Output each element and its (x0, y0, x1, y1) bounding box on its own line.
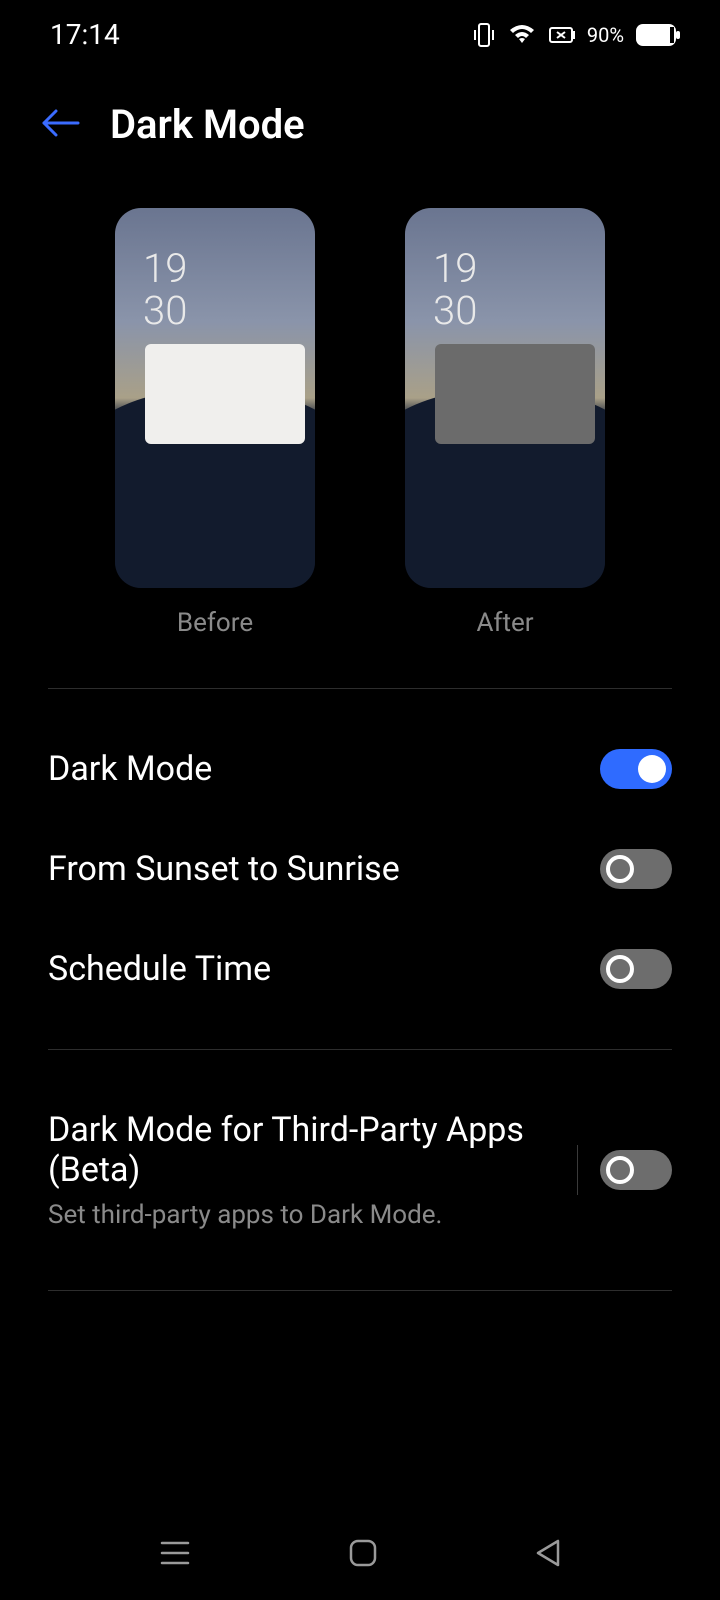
setting-third-party: Dark Mode for Third-Party Apps (Beta) Se… (0, 1080, 720, 1260)
setting-third-party-sub: Set third-party apps to Dark Mode. (48, 1200, 555, 1230)
setting-sunset: From Sunset to Sunrise (0, 819, 720, 919)
status-bar: 17:14 90% (0, 0, 720, 61)
setting-sunset-label: From Sunset to Sunrise (48, 849, 600, 889)
preview-clock-minute: 30 (433, 290, 477, 332)
header: Dark Mode (0, 61, 720, 178)
dark-mode-toggle[interactable] (600, 749, 672, 789)
preview-after-label: After (476, 608, 533, 638)
vibrate-icon (473, 22, 495, 48)
status-icons: 90% (473, 22, 680, 48)
setting-schedule: Schedule Time (0, 919, 720, 1019)
setting-dark-mode: Dark Mode (0, 719, 720, 819)
setting-dark-mode-label: Dark Mode (48, 749, 600, 789)
preview-clock-minute: 30 (143, 290, 187, 332)
preview-clock-hour: 19 (143, 248, 187, 290)
preview-clock-hour: 19 (433, 248, 477, 290)
power-saving-icon (549, 25, 575, 45)
setting-third-party-label: Dark Mode for Third-Party Apps (Beta) (48, 1110, 555, 1190)
back-icon[interactable] (534, 1538, 562, 1572)
battery-percent: 90% (587, 23, 624, 47)
recent-apps-icon[interactable] (158, 1539, 192, 1571)
sunset-toggle[interactable] (600, 849, 672, 889)
divider (48, 688, 672, 689)
setting-schedule-label: Schedule Time (48, 949, 600, 989)
home-icon[interactable] (348, 1538, 378, 1572)
third-party-toggle[interactable] (600, 1150, 672, 1190)
status-time: 17:14 (50, 18, 120, 51)
phone-preview-before: 19 30 (115, 208, 315, 588)
preview-card-dark (435, 344, 595, 444)
navigation-bar (0, 1510, 720, 1600)
divider (48, 1049, 672, 1050)
preview-before-label: Before (177, 608, 253, 638)
preview-row: 19 30 Before 19 30 After (0, 178, 720, 658)
phone-preview-after: 19 30 (405, 208, 605, 588)
schedule-toggle[interactable] (600, 949, 672, 989)
battery-icon (636, 24, 680, 46)
vertical-divider (577, 1145, 578, 1195)
back-arrow-icon[interactable] (40, 107, 80, 143)
divider (48, 1290, 672, 1291)
wifi-icon (507, 23, 537, 47)
page-title: Dark Mode (110, 101, 305, 148)
preview-card-light (145, 344, 305, 444)
preview-before: 19 30 Before (115, 208, 315, 638)
preview-after: 19 30 After (405, 208, 605, 638)
